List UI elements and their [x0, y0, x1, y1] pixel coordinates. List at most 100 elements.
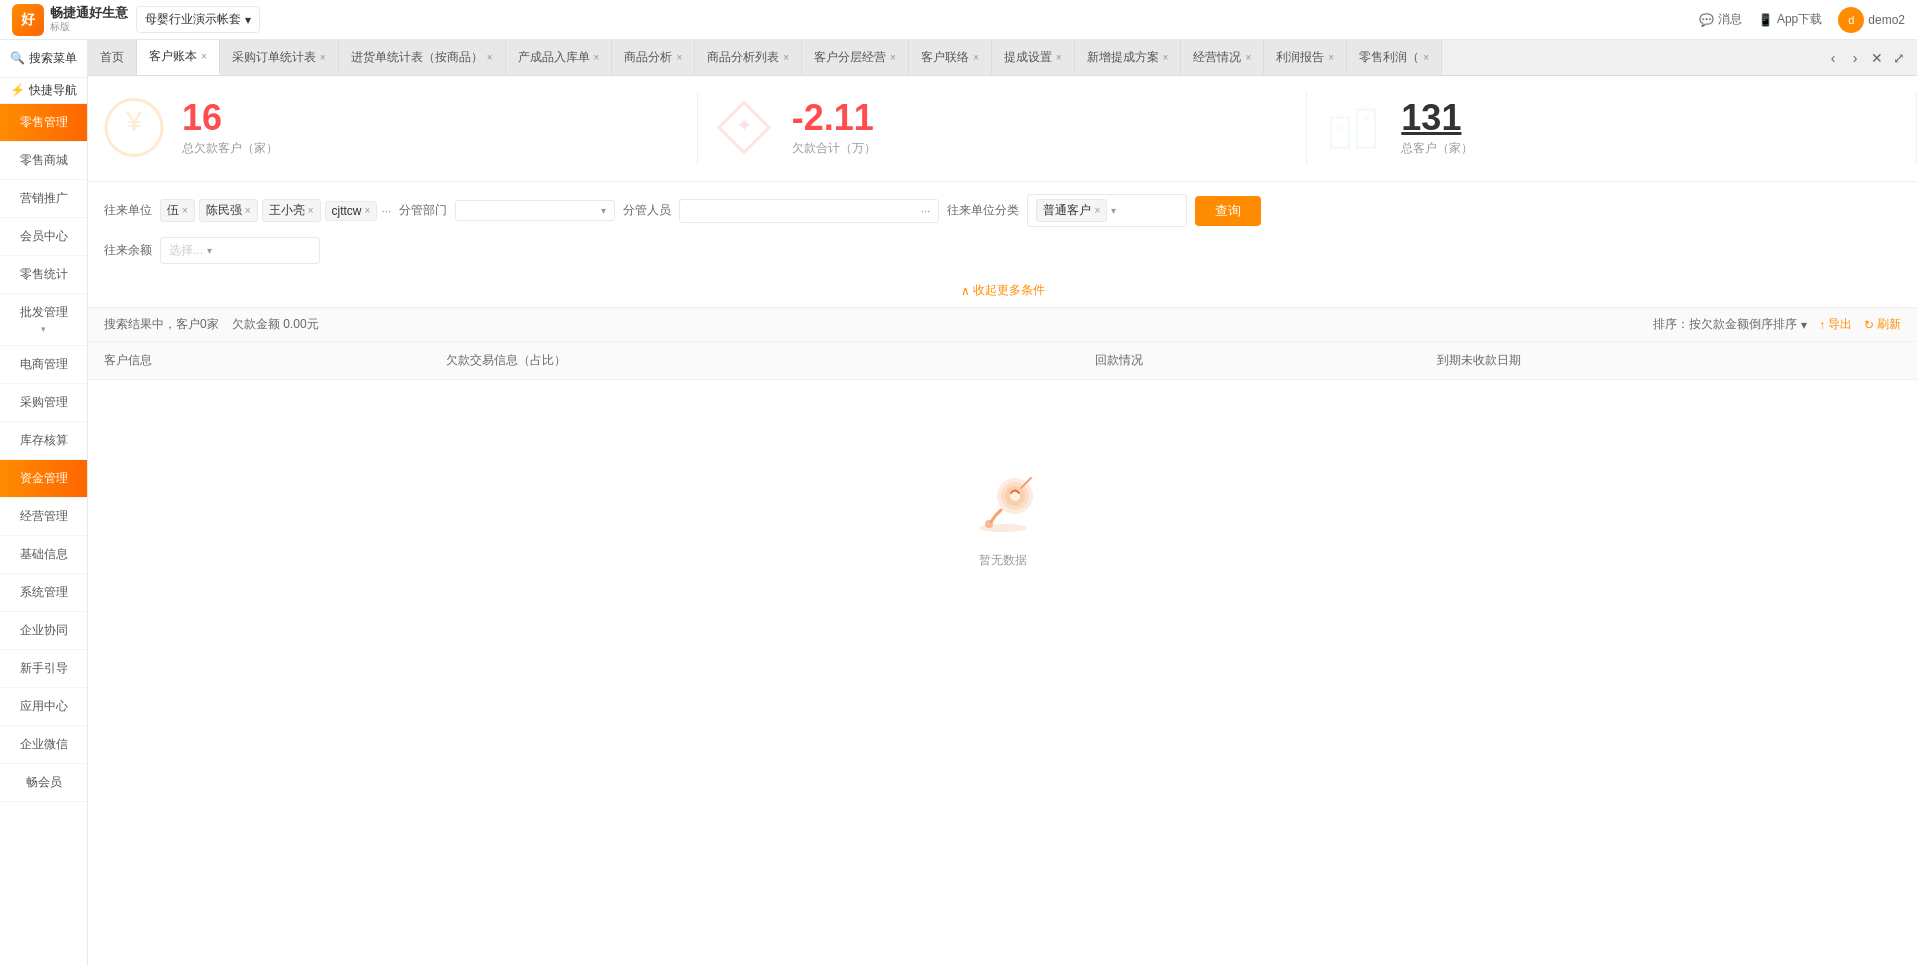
sidebar-search[interactable]: 🔍 搜索菜单 [0, 40, 87, 78]
tab-close-icon[interactable]: × [594, 52, 600, 63]
user-action[interactable]: d demo2 [1838, 7, 1905, 33]
tag-close-chen[interactable]: × [245, 205, 251, 216]
card3-bg-icon [1323, 97, 1383, 160]
sidebar-item-finance[interactable]: 资金管理 [0, 460, 87, 498]
query-button[interactable]: 查询 [1195, 196, 1261, 226]
balance-filter-input[interactable]: 选择... ▾ [160, 237, 320, 264]
dept-filter-select[interactable]: ▾ [455, 200, 615, 221]
tag-close-wu[interactable]: × [182, 205, 188, 216]
tab-commission-settings[interactable]: 提成设置 × [992, 40, 1075, 75]
tab-close-all-btn[interactable]: ✕ [1867, 48, 1887, 68]
refresh-btn[interactable]: ↻ 刷新 [1864, 316, 1901, 333]
tab-close-icon[interactable]: × [201, 51, 207, 62]
sidebar-item-label: 营销推广 [4, 190, 83, 207]
summary-section: ¥ 16 总欠款客户（家） ✦ [88, 76, 1917, 182]
tab-close-icon[interactable]: × [487, 52, 493, 63]
empty-state: 暂无数据 [88, 380, 1917, 649]
sidebar-item-label: 会员中心 [4, 228, 83, 245]
tab-prev-btn[interactable]: ‹ [1823, 48, 1843, 68]
tab-close-icon[interactable]: × [973, 52, 979, 63]
tab-close-icon[interactable]: × [1163, 52, 1169, 63]
sidebar-item-basic-info[interactable]: 基础信息 [0, 536, 87, 574]
sidebar-nav[interactable]: ⚡ 快捷导航 [0, 78, 87, 104]
tab-close-icon[interactable]: × [676, 52, 682, 63]
sidebar-item-chang-member[interactable]: 畅会员 [0, 764, 87, 802]
filter-tag-normal-customer: 普通客户 × [1036, 199, 1107, 222]
svg-rect-3 [1331, 117, 1349, 147]
tab-customer-contact[interactable]: 客户联络 × [909, 40, 992, 75]
tab-customer-segment[interactable]: 客户分层经营 × [802, 40, 909, 75]
more-tags-icon[interactable]: ··· [381, 204, 391, 218]
tab-product-analysis-list[interactable]: 商品分析列表 × [695, 40, 802, 75]
sidebar-item-label: 新手引导 [4, 660, 83, 677]
sidebar-item-retail-mgmt[interactable]: 零售管理 [0, 104, 87, 142]
nav-label: 快捷导航 [29, 83, 77, 97]
balance-filter-label: 往来余额 [104, 242, 152, 259]
tabs-bar: 首页 客户账本 × 采购订单统计表 × 进货单统计表（按商品） × 产成品入库单… [88, 40, 1917, 76]
message-action[interactable]: 💬 消息 [1699, 11, 1742, 28]
sidebar-item-retail-stats[interactable]: 零售统计 [0, 256, 87, 294]
filter-tag-wang: 王小亮 × [262, 199, 321, 222]
tab-close-icon[interactable]: × [1245, 52, 1251, 63]
sort-selector[interactable]: 排序：按欠款金额倒序排序 ▾ [1653, 316, 1807, 333]
export-btn[interactable]: ↑ 导出 [1819, 316, 1852, 333]
top-bar-left: 好 畅捷通好生意 标版 母婴行业演示帐套 ▾ [12, 4, 260, 36]
workspace-chevron-icon: ▾ [245, 13, 251, 27]
card1-value-area: 16 总欠款客户（家） [182, 100, 278, 157]
sidebar-item-purchase-mgmt[interactable]: 采购管理 [0, 384, 87, 422]
tag-label-wu: 伍 [167, 202, 179, 219]
tab-close-icon[interactable]: × [320, 52, 326, 63]
tab-commission-settings-label: 提成设置 [1004, 49, 1052, 66]
sidebar-item-app-center[interactable]: 应用中心 [0, 688, 87, 726]
workspace-selector[interactable]: 母婴行业演示帐套 ▾ [136, 6, 260, 33]
collapse-filter-btn[interactable]: ∧ 收起更多条件 [961, 278, 1045, 303]
sidebar-item-beginner-guide[interactable]: 新手引导 [0, 650, 87, 688]
sidebar-item-enterprise-collab[interactable]: 企业协同 [0, 612, 87, 650]
tab-close-icon[interactable]: × [1423, 52, 1429, 63]
sort-label: 排序：按欠款金额倒序排序 [1653, 316, 1797, 333]
tab-close-icon[interactable]: × [1328, 52, 1334, 63]
category-filter-select[interactable]: 普通客户 × ▾ [1027, 194, 1187, 227]
sidebar-item-member-center[interactable]: 会员中心 [0, 218, 87, 256]
tab-expand-btn[interactable]: ⤢ [1889, 48, 1909, 68]
col-repayment: 回款情况 [1079, 342, 1421, 380]
tab-close-icon[interactable]: × [890, 52, 896, 63]
tab-profit-report[interactable]: 利润报告 × [1264, 40, 1347, 75]
sidebar-item-wholesale-mgmt[interactable]: 批发管理 ▾ [0, 294, 87, 346]
table-header: 客户信息 欠款交易信息（占比） 回款情况 到期未收款日期 [88, 342, 1917, 380]
main-layout: 🔍 搜索菜单 ⚡ 快捷导航 零售管理 零售商城 营销推广 会员中心 零售统计 批… [0, 40, 1917, 966]
sidebar-item-operations[interactable]: 经营管理 [0, 498, 87, 536]
tab-customer-account[interactable]: 客户账本 × [137, 40, 220, 75]
tab-production-inbound[interactable]: 产成品入库单 × [506, 40, 613, 75]
sidebar-item-marketing[interactable]: 营销推广 [0, 180, 87, 218]
sidebar-item-wechat-work[interactable]: 企业微信 [0, 726, 87, 764]
tag-label-cjttcw: cjttcw [332, 204, 362, 218]
tag-close-cjttcw[interactable]: × [365, 205, 371, 216]
top-bar: 好 畅捷通好生意 标版 母婴行业演示帐套 ▾ 💬 消息 📱 App下载 d de… [0, 0, 1917, 40]
tab-retail-profit-label: 零售利润（ [1359, 49, 1419, 66]
tab-close-icon[interactable]: × [1056, 52, 1062, 63]
tag-close-normal[interactable]: × [1094, 205, 1100, 216]
tab-close-icon[interactable]: × [783, 52, 789, 63]
message-icon: 💬 [1699, 13, 1714, 27]
sidebar-item-inventory[interactable]: 库存核算 [0, 422, 87, 460]
tab-add-commission[interactable]: 新增提成方案 × [1075, 40, 1182, 75]
svg-point-11 [985, 520, 993, 528]
tab-product-analysis[interactable]: 商品分析 × [612, 40, 695, 75]
tab-business-status[interactable]: 经营情况 × [1181, 40, 1264, 75]
person-filter-select[interactable]: ··· [679, 199, 939, 223]
sidebar-item-system-mgmt[interactable]: 系统管理 [0, 574, 87, 612]
sidebar-item-label: 零售统计 [4, 266, 83, 283]
tab-next-btn[interactable]: › [1845, 48, 1865, 68]
tab-retail-profit[interactable]: 零售利润（ × [1347, 40, 1442, 75]
tag-close-wang[interactable]: × [308, 205, 314, 216]
sidebar-item-retail-mall[interactable]: 零售商城 [0, 142, 87, 180]
tab-purchase-order[interactable]: 采购订单统计表 × [220, 40, 339, 75]
sidebar-item-label: 畅会员 [4, 774, 83, 791]
app-download-action[interactable]: 📱 App下载 [1758, 11, 1822, 28]
chevron-down-icon: ▾ [41, 324, 46, 334]
tab-purchase-stats[interactable]: 进货单统计表（按商品） × [339, 40, 506, 75]
tab-home[interactable]: 首页 [88, 40, 137, 75]
sidebar-item-ecommerce[interactable]: 电商管理 [0, 346, 87, 384]
tab-purchase-stats-label: 进货单统计表（按商品） [351, 49, 483, 66]
